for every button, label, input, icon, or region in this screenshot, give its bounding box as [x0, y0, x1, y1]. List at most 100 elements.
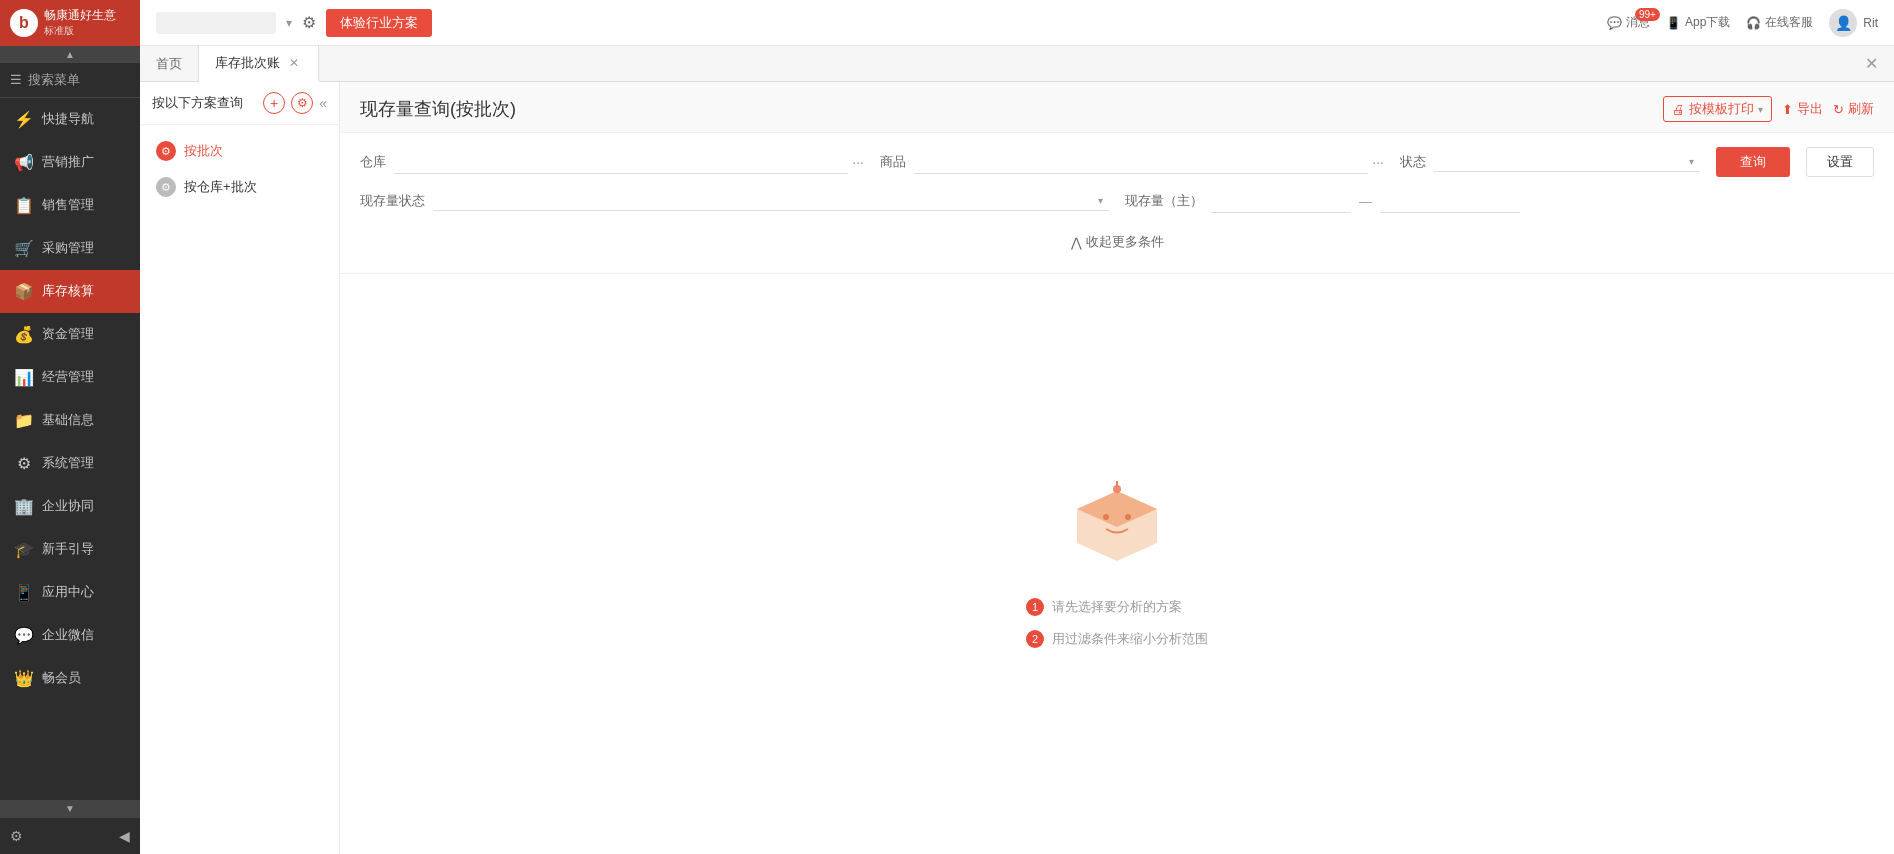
- nav-search-input[interactable]: [156, 12, 276, 34]
- wechat-icon: 💬: [14, 626, 34, 645]
- sidebar-item-system[interactable]: ⚙ 系统管理: [0, 442, 140, 485]
- page-title-bar: 现存量查询(按批次) 🖨 按模板打印 ▾ ⬆ 导出 ↻ 刷新: [340, 82, 1894, 133]
- status-field: 状态 ▾: [1400, 152, 1700, 172]
- query-button[interactable]: 查询: [1716, 147, 1790, 177]
- inv-status-dropdown-icon: ▾: [1098, 195, 1103, 206]
- sidebar-item-guide[interactable]: 🎓 新手引导: [0, 528, 140, 571]
- inventory-status-field: 现存量状态 ▾: [360, 191, 1109, 211]
- guide-icon: 🎓: [14, 540, 34, 559]
- status-dropdown-icon: ▾: [1689, 156, 1694, 167]
- inventory-status-select[interactable]: ▾: [433, 191, 1109, 211]
- topbar: ▾ ⚙ 体验行业方案 💬 消息 99+ 📱 App下载 🎧 在线客服 👤: [140, 0, 1894, 46]
- nav-dropdown-icon[interactable]: ▾: [286, 16, 292, 30]
- panel-collapse-button[interactable]: «: [319, 95, 327, 111]
- sidebar-nav: ⚡ 快捷导航 📢 营销推广 📋 销售管理 🛒 采购管理 📦 库存核算 💰 资金管…: [0, 98, 140, 800]
- right-panel: 现存量查询(按批次) 🖨 按模板打印 ▾ ⬆ 导出 ↻ 刷新: [340, 82, 1894, 854]
- enterprise-icon: 🏢: [14, 497, 34, 516]
- sidebar-scroll-up[interactable]: ▲: [0, 46, 140, 63]
- operations-icon: 📊: [14, 368, 34, 387]
- sidebar-settings-button[interactable]: ⚙: [10, 828, 23, 844]
- collapse-more-button[interactable]: ⋀ 收起更多条件: [360, 225, 1874, 259]
- main-qty-from-input[interactable]: [1211, 189, 1351, 213]
- sidebar-item-sales[interactable]: 📋 销售管理: [0, 184, 140, 227]
- refresh-button[interactable]: ↻ 刷新: [1833, 100, 1874, 118]
- empty-steps: 1 请先选择要分析的方案 2 用过滤条件来缩小分析范围: [1026, 594, 1208, 658]
- finance-icon: 💰: [14, 325, 34, 344]
- printer-icon: 🖨: [1672, 102, 1685, 117]
- online-service-button[interactable]: 🎧 在线客服: [1746, 14, 1813, 31]
- plan-icon-batch: ⚙: [156, 141, 176, 161]
- message-badge: 99+: [1635, 8, 1660, 21]
- experience-button[interactable]: 体验行业方案: [326, 9, 432, 37]
- sidebar-header: b 畅康通好生意 标准版: [0, 0, 140, 46]
- marketing-icon: 📢: [14, 153, 34, 172]
- message-icon: 💬: [1607, 16, 1622, 30]
- purchase-icon: 🛒: [14, 239, 34, 258]
- filter-row-1: 仓库 ··· 商品 ··· 状态 ▾: [360, 147, 1874, 177]
- sidebar-item-wechat[interactable]: 💬 企业微信: [0, 614, 140, 657]
- empty-step-2: 2 用过滤条件来缩小分析范围: [1026, 626, 1208, 652]
- sidebar-item-inventory[interactable]: 📦 库存核算: [0, 270, 140, 313]
- plan-gear-button[interactable]: ⚙: [291, 92, 313, 114]
- status-select[interactable]: ▾: [1434, 152, 1700, 172]
- empty-icon: [1062, 471, 1172, 574]
- settings-button[interactable]: 设置: [1806, 147, 1874, 177]
- sidebar-item-finance[interactable]: 💰 资金管理: [0, 313, 140, 356]
- export-button[interactable]: ⬆ 导出: [1782, 100, 1823, 118]
- sidebar-search[interactable]: ☰ 搜索菜单: [0, 63, 140, 98]
- add-plan-button[interactable]: +: [263, 92, 285, 114]
- chevron-up-icon: ⋀: [1071, 235, 1082, 250]
- topbar-left: ▾ ⚙ 体验行业方案: [156, 9, 432, 37]
- system-icon: ⚙: [14, 454, 34, 473]
- sidebar-brand: 畅康通好生意 标准版: [44, 8, 116, 38]
- headset-icon: 🎧: [1746, 16, 1761, 30]
- page-actions: 🖨 按模板打印 ▾ ⬆ 导出 ↻ 刷新: [1663, 96, 1874, 122]
- sidebar-item-purchase[interactable]: 🛒 采购管理: [0, 227, 140, 270]
- nav-gear-icon[interactable]: ⚙: [302, 13, 316, 32]
- tab-close-button[interactable]: ✕: [286, 55, 302, 71]
- main-qty-to-input[interactable]: [1380, 189, 1520, 213]
- print-button[interactable]: 🖨 按模板打印 ▾: [1663, 96, 1772, 122]
- warehouse-more-button[interactable]: ···: [852, 154, 864, 170]
- sidebar-item-operations[interactable]: 📊 经营管理: [0, 356, 140, 399]
- sidebar-item-basic[interactable]: 📁 基础信息: [0, 399, 140, 442]
- sidebar-collapse-button[interactable]: ◀: [119, 828, 130, 844]
- plan-icon-warehouse-batch: ⚙: [156, 177, 176, 197]
- svg-point-3: [1125, 514, 1131, 520]
- goods-more-button[interactable]: ···: [1372, 154, 1384, 170]
- sidebar-footer: ⚙ ◀: [0, 817, 140, 854]
- tab-home[interactable]: 首页: [140, 46, 199, 82]
- sidebar-item-member[interactable]: 👑 畅会员: [0, 657, 140, 700]
- sidebar-item-enterprise[interactable]: 🏢 企业协同: [0, 485, 140, 528]
- warehouse-input[interactable]: [394, 150, 848, 174]
- sidebar-item-apps[interactable]: 📱 应用中心: [0, 571, 140, 614]
- sidebar-logo: b: [10, 9, 38, 37]
- member-icon: 👑: [14, 669, 34, 688]
- plan-list: ⚙ 按批次 ⚙ 按仓库+批次: [140, 125, 339, 213]
- goods-input[interactable]: [914, 150, 1368, 174]
- sidebar: b 畅康通好生意 标准版 ▲ ☰ 搜索菜单 ⚡ 快捷导航 📢 营销推广 📋 销售…: [0, 0, 140, 854]
- message-button[interactable]: 💬 消息 99+: [1607, 14, 1650, 31]
- print-dropdown-icon[interactable]: ▾: [1758, 104, 1763, 115]
- app-download-button[interactable]: 📱 App下载: [1666, 14, 1730, 31]
- user-menu[interactable]: 👤 Rit: [1829, 9, 1878, 37]
- sidebar-item-marketing[interactable]: 📢 营销推广: [0, 141, 140, 184]
- tab-bar-close-icon[interactable]: ✕: [1865, 54, 1878, 73]
- user-avatar: 👤: [1829, 9, 1857, 37]
- main-qty-field: 现存量（主） —: [1125, 189, 1874, 213]
- refresh-icon: ↻: [1833, 102, 1844, 117]
- close-icon[interactable]: ✕: [286, 55, 302, 71]
- main-area: ▾ ⚙ 体验行业方案 💬 消息 99+ 📱 App下载 🎧 在线客服 👤: [140, 0, 1894, 854]
- warehouse-field: 仓库 ···: [360, 150, 864, 174]
- sidebar-scroll-down[interactable]: ▼: [0, 800, 140, 817]
- user-name: Rit: [1863, 16, 1878, 30]
- plan-item-batch[interactable]: ⚙ 按批次: [140, 133, 339, 169]
- sidebar-item-quick-nav[interactable]: ⚡ 快捷导航: [0, 98, 140, 141]
- apps-icon: 📱: [14, 583, 34, 602]
- goods-field: 商品 ···: [880, 150, 1384, 174]
- topbar-right: 💬 消息 99+ 📱 App下载 🎧 在线客服 👤 Rit: [1607, 9, 1878, 37]
- plan-item-warehouse-batch[interactable]: ⚙ 按仓库+批次: [140, 169, 339, 205]
- empty-illustration: [1062, 471, 1172, 571]
- tab-inventory-batch[interactable]: 库存批次账 ✕: [199, 46, 319, 82]
- left-panel: 按以下方案查询 + ⚙ « ⚙ 按批次 ⚙ 按仓库+批次: [140, 82, 340, 854]
